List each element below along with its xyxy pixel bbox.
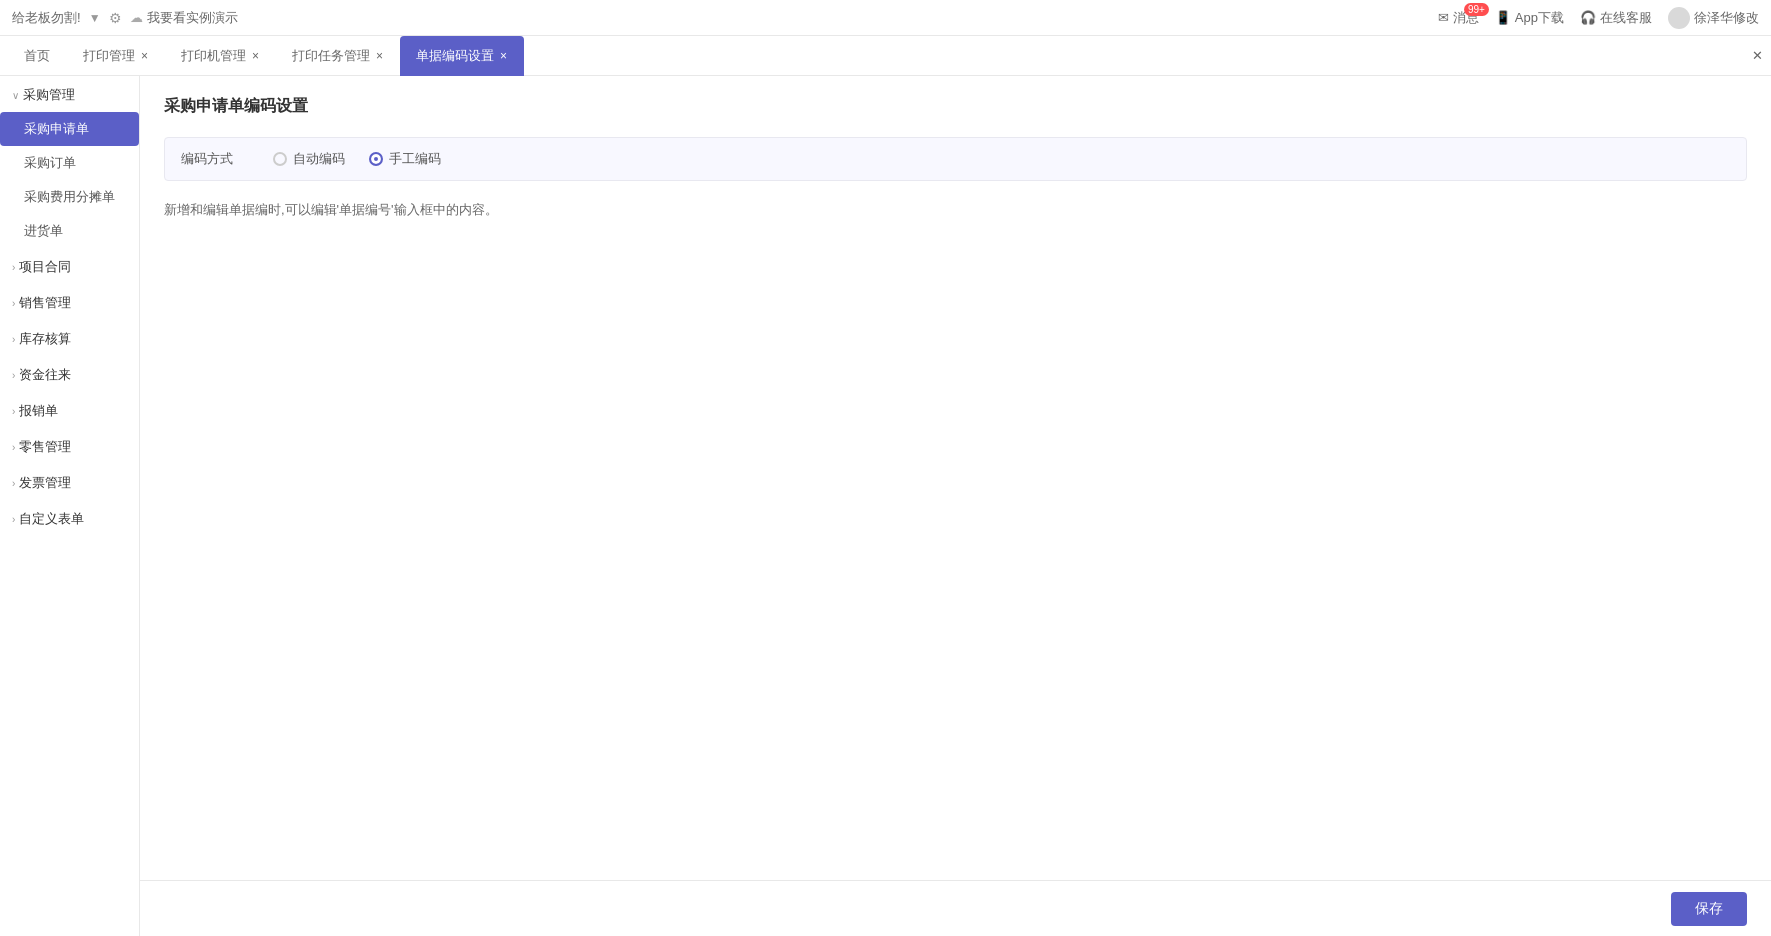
sidebar-group-sales-return-label: 报销单: [19, 402, 58, 420]
dropdown-arrow-icon[interactable]: ▼: [89, 11, 101, 25]
user-name: 徐泽华修改: [1694, 9, 1759, 27]
sidebar: ∨ 采购管理 采购申请单 采购订单 采购费用分摊单 进货单 › 项目合同: [0, 76, 140, 936]
sidebar-group-custom-form-label: 自定义表单: [19, 510, 84, 528]
brand-text: 给老板勿割!: [12, 9, 81, 27]
tab-printer-mgmt-label: 打印机管理: [181, 47, 246, 65]
sidebar-group-inventory-title[interactable]: › 库存核算: [0, 320, 139, 356]
chevron-right-icon-2: ›: [12, 298, 15, 309]
app-icon: 📱: [1495, 10, 1511, 25]
sidebar-group-retail-title[interactable]: › 零售管理: [0, 428, 139, 464]
sidebar-group-inventory: › 库存核算: [0, 320, 139, 356]
top-bar-left: 给老板勿割! ▼ ⚙ ☁ 我要看实例演示: [12, 9, 238, 27]
sidebar-group-purchase-label: 采购管理: [23, 86, 75, 104]
top-bar: 给老板勿割! ▼ ⚙ ☁ 我要看实例演示 ✉ 消息 99+ 📱 App下载 🎧 …: [0, 0, 1771, 36]
encoding-label: 编码方式: [181, 150, 233, 168]
app-download-button[interactable]: 📱 App下载: [1495, 9, 1564, 27]
encoding-radio-group: 自动编码 手工编码: [273, 150, 441, 168]
manual-encoding-label: 手工编码: [389, 150, 441, 168]
tab-printer-mgmt[interactable]: 打印机管理 ×: [165, 36, 276, 76]
sidebar-group-sales-mgmt: › 销售管理: [0, 284, 139, 320]
tab-print-mgmt-label: 打印管理: [83, 47, 135, 65]
encoding-row: 编码方式 自动编码 手工编码: [164, 137, 1747, 181]
sidebar-item-purchase-order[interactable]: 采购订单: [0, 146, 139, 180]
auto-encoding-option[interactable]: 自动编码: [273, 150, 345, 168]
tab-print-task[interactable]: 打印任务管理 ×: [276, 36, 400, 76]
sidebar-item-purchase-requisition[interactable]: 采购申请单: [0, 112, 139, 146]
sidebar-group-custom-form: › 自定义表单: [0, 500, 139, 536]
sidebar-group-invoice: › 发票管理: [0, 464, 139, 500]
sidebar-group-sales-mgmt-title[interactable]: › 销售管理: [0, 284, 139, 320]
service-icon: 🎧: [1580, 10, 1596, 25]
sidebar-group-project-contract-title[interactable]: › 项目合同: [0, 248, 139, 284]
page-title: 采购申请单编码设置: [164, 96, 1747, 117]
tab-printer-mgmt-close[interactable]: ×: [252, 49, 259, 63]
demo-text: 我要看实例演示: [147, 9, 238, 27]
save-button[interactable]: 保存: [1671, 892, 1747, 926]
manual-encoding-radio[interactable]: [369, 152, 383, 166]
auto-encoding-label: 自动编码: [293, 150, 345, 168]
sidebar-item-purchase-requisition-label: 采购申请单: [24, 121, 89, 136]
sidebar-group-custom-form-title[interactable]: › 自定义表单: [0, 500, 139, 536]
tab-print-task-label: 打印任务管理: [292, 47, 370, 65]
chevron-right-icon-5: ›: [12, 406, 15, 417]
gear-icon[interactable]: ⚙: [109, 10, 122, 26]
sidebar-group-invoice-label: 发票管理: [19, 474, 71, 492]
tab-print-task-close[interactable]: ×: [376, 49, 383, 63]
tab-print-mgmt-close[interactable]: ×: [141, 49, 148, 63]
sidebar-group-sales-return-title[interactable]: › 报销单: [0, 392, 139, 428]
tab-print-mgmt[interactable]: 打印管理 ×: [67, 36, 165, 76]
top-bar-right: ✉ 消息 99+ 📱 App下载 🎧 在线客服 徐泽华修改: [1438, 7, 1759, 29]
chevron-right-icon-3: ›: [12, 334, 15, 345]
chevron-right-icon-7: ›: [12, 478, 15, 489]
sidebar-item-purchase-receipt[interactable]: 进货单: [0, 214, 139, 248]
tab-barcode-settings-close[interactable]: ×: [500, 49, 507, 63]
sidebar-group-purchase: ∨ 采购管理 采购申请单 采购订单 采购费用分摊单 进货单: [0, 76, 139, 248]
service-label: 在线客服: [1600, 9, 1652, 27]
content-footer: 保存: [140, 880, 1771, 936]
auto-encoding-radio[interactable]: [273, 152, 287, 166]
sidebar-group-finance: › 资金往来: [0, 356, 139, 392]
sidebar-group-finance-label: 资金往来: [19, 366, 71, 384]
tab-home[interactable]: 首页: [8, 36, 67, 76]
manual-encoding-option[interactable]: 手工编码: [369, 150, 441, 168]
sidebar-group-finance-title[interactable]: › 资金往来: [0, 356, 139, 392]
message-icon: ✉: [1438, 10, 1449, 25]
sidebar-group-retail-label: 零售管理: [19, 438, 71, 456]
chevron-right-icon: ›: [12, 262, 15, 273]
avatar: [1668, 7, 1690, 29]
sidebar-group-project-contract-label: 项目合同: [19, 258, 71, 276]
content-main: 采购申请单编码设置 编码方式 自动编码 手工编码 新增和编辑单据编时,可以编辑'…: [140, 76, 1771, 880]
sidebar-group-invoice-title[interactable]: › 发票管理: [0, 464, 139, 500]
sidebar-group-retail: › 零售管理: [0, 428, 139, 464]
tab-home-label: 首页: [24, 47, 50, 65]
close-all-icon: ✕: [1752, 48, 1763, 63]
chevron-right-icon-8: ›: [12, 514, 15, 525]
user-profile-button[interactable]: 徐泽华修改: [1668, 7, 1759, 29]
message-badge: 99+: [1464, 3, 1489, 16]
chevron-right-icon-6: ›: [12, 442, 15, 453]
cloud-icon: ☁: [130, 10, 143, 25]
sidebar-item-purchase-order-label: 采购订单: [24, 155, 76, 170]
hint-text: 新增和编辑单据编时,可以编辑'单据编号'输入框中的内容。: [164, 197, 1747, 223]
message-button[interactable]: ✉ 消息 99+: [1438, 9, 1479, 27]
main-layout: ∨ 采购管理 采购申请单 采购订单 采购费用分摊单 进货单 › 项目合同: [0, 76, 1771, 936]
online-service-button[interactable]: 🎧 在线客服: [1580, 9, 1652, 27]
tab-barcode-settings[interactable]: 单据编码设置 ×: [400, 36, 524, 76]
demo-link[interactable]: ☁ 我要看实例演示: [130, 9, 238, 27]
sidebar-item-purchase-receipt-label: 进货单: [24, 223, 63, 238]
chevron-right-icon-4: ›: [12, 370, 15, 381]
content-area: 采购申请单编码设置 编码方式 自动编码 手工编码 新增和编辑单据编时,可以编辑'…: [140, 76, 1771, 936]
tab-bar: 首页 打印管理 × 打印机管理 × 打印任务管理 × 单据编码设置 × ✕: [0, 36, 1771, 76]
sidebar-group-purchase-title[interactable]: ∨ 采购管理: [0, 76, 139, 112]
tab-barcode-settings-label: 单据编码设置: [416, 47, 494, 65]
sidebar-item-purchase-expense[interactable]: 采购费用分摊单: [0, 180, 139, 214]
sidebar-group-project-contract: › 项目合同: [0, 248, 139, 284]
sidebar-group-inventory-label: 库存核算: [19, 330, 71, 348]
close-all-tabs-button[interactable]: ✕: [1752, 48, 1763, 63]
sidebar-group-sales-mgmt-label: 销售管理: [19, 294, 71, 312]
sidebar-item-purchase-expense-label: 采购费用分摊单: [24, 189, 115, 204]
sidebar-group-sales-return: › 报销单: [0, 392, 139, 428]
app-label: App下载: [1515, 9, 1564, 27]
chevron-down-icon: ∨: [12, 90, 19, 101]
